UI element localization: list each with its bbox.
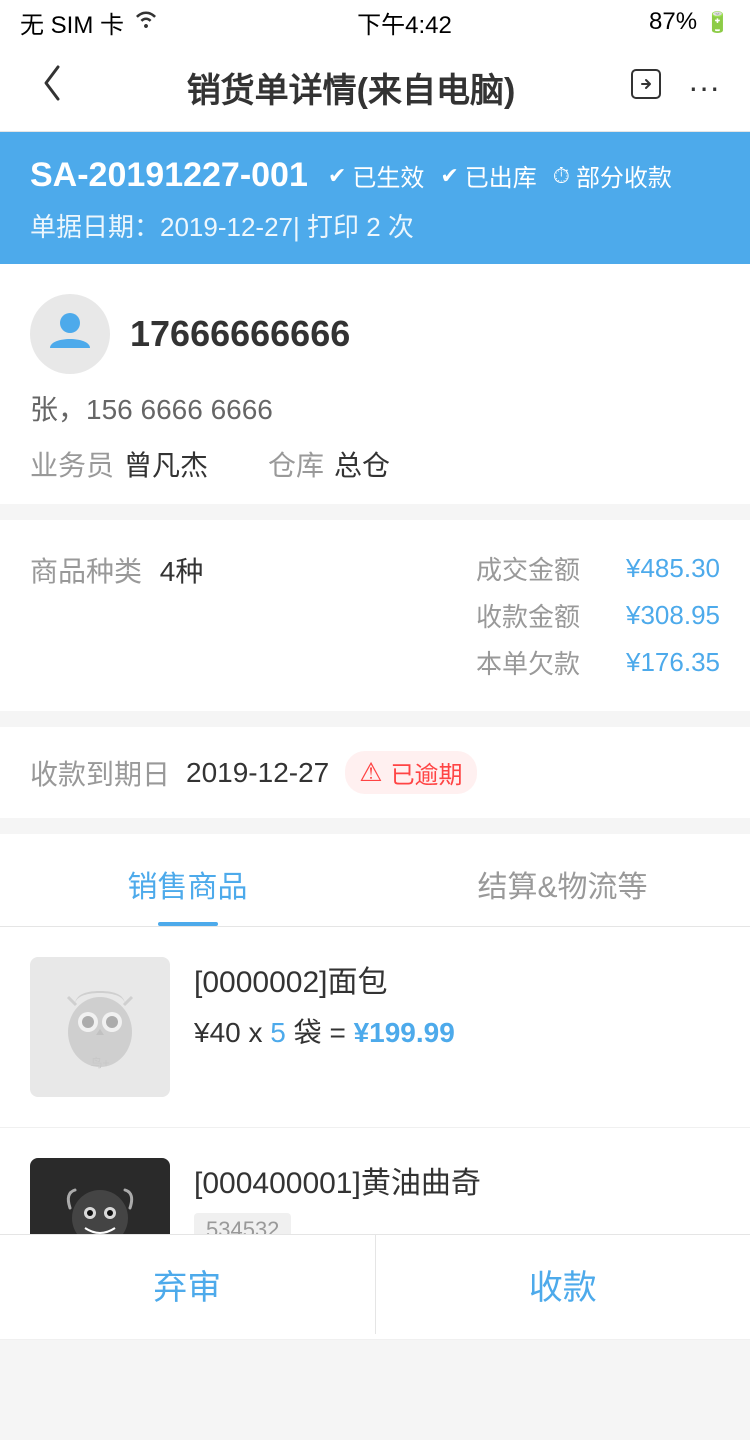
product-name-2: [000400001]黄油曲奇 (194, 1158, 720, 1202)
tab-products[interactable]: 销售商品 (0, 834, 375, 926)
owed-amount-value: ¥176.35 (600, 647, 720, 678)
product-price-1: ¥40 x 5 袋 = ¥199.99 (194, 1011, 720, 1051)
confirm-button[interactable]: 收款 (376, 1235, 750, 1334)
customer-section: 17666666666 张，156 6666 6666 业务员 曾凡杰 仓库 总… (0, 264, 750, 504)
list-item: 鸟+ [0000002]面包 ¥40 x 5 袋 = ¥199.99 (0, 927, 750, 1128)
salesperson-label: 业务员 (30, 444, 114, 484)
product-name-1: [0000002]面包 (194, 957, 720, 1001)
bottom-actions: 弃审 收款 (0, 1234, 750, 1334)
customer-contact: 张，156 6666 6666 (30, 388, 720, 428)
due-date-value: 2019-12-27 (186, 757, 329, 789)
overdue-text: 已逾期 (391, 755, 463, 790)
warehouse-item: 仓库 总仓 (268, 444, 390, 484)
svg-text:鸟+: 鸟+ (90, 1055, 109, 1070)
salesperson-item: 业务员 曾凡杰 (30, 444, 208, 484)
deal-amount-label: 成交金额 (476, 550, 580, 587)
received-amount-label: 收款金额 (476, 597, 580, 634)
more-icon[interactable]: ··· (688, 69, 720, 106)
wifi-icon (132, 8, 160, 36)
carrier-text: 无 SIM 卡 (20, 5, 124, 40)
product-types-value: 4种 (160, 556, 204, 587)
product-info-1: [0000002]面包 ¥40 x 5 袋 = ¥199.99 (194, 957, 720, 1051)
deal-amount-value: ¥485.30 (600, 553, 720, 584)
avatar-icon (45, 303, 95, 365)
deal-amount-row: 成交金额 ¥485.30 (476, 550, 720, 587)
status-left: 无 SIM 卡 (20, 5, 160, 40)
battery-text: 87% (649, 8, 697, 36)
tab-settlement[interactable]: 结算&物流等 (375, 834, 750, 926)
back-button[interactable] (30, 53, 74, 122)
clock-icon: ⏱ (553, 163, 570, 189)
product-thumbnail-1: 鸟+ (30, 957, 170, 1097)
order-date-row: 单据日期：2019-12-27| 打印 2 次 (30, 207, 720, 244)
amounts-right: 成交金额 ¥485.30 收款金额 ¥308.95 本单欠款 ¥176.35 (476, 550, 720, 681)
received-amount-row: 收款金额 ¥308.95 (476, 597, 720, 634)
status-tag-1: ✔ 已生效 (328, 158, 424, 193)
status-right: 87% 🔋 (649, 8, 730, 36)
overdue-badge: ⚠ 已逾期 (345, 751, 476, 794)
customer-account-id: 17666666666 (130, 313, 350, 355)
tabs-row: 销售商品 结算&物流等 (0, 834, 750, 927)
product-qty-1: 5 (270, 1017, 286, 1048)
due-date-section: 收款到期日 2019-12-27 ⚠ 已逾期 (0, 727, 750, 818)
time-display: 下午4:42 (357, 5, 452, 40)
tabs-section: 销售商品 结算&物流等 (0, 834, 750, 927)
warehouse-label: 仓库 (268, 444, 324, 484)
owed-amount-label: 本单欠款 (476, 644, 580, 681)
check-icon-1: ✔ (328, 163, 346, 189)
status-tag-3: ⏱ 部分收款 (553, 158, 672, 193)
share-icon[interactable] (628, 66, 664, 110)
avatar (30, 294, 110, 374)
order-id: SA-20191227-001 (30, 156, 308, 195)
due-date-label: 收款到期日 (30, 753, 170, 793)
status-bar: 无 SIM 卡 下午4:42 87% 🔋 (0, 0, 750, 44)
amounts-section: 商品种类 4种 成交金额 ¥485.30 收款金额 ¥308.95 本单欠款 ¥… (0, 520, 750, 711)
salesperson-value: 曾凡杰 (124, 444, 208, 484)
nav-bar: 销货单详情(来自电脑) ··· (0, 44, 750, 132)
page-title: 销货单详情(来自电脑) (74, 63, 628, 112)
product-total-1: ¥199.99 (354, 1017, 455, 1048)
overdue-icon: ⚠ (359, 757, 382, 788)
product-types-block: 商品种类 4种 (30, 550, 203, 590)
check-icon-2: ✔ (440, 163, 458, 189)
tab-underline (158, 922, 218, 926)
cancel-button[interactable]: 弃审 (0, 1235, 376, 1334)
received-amount-value: ¥308.95 (600, 600, 720, 631)
product-types-label: 商品种类 (30, 556, 142, 587)
order-header: SA-20191227-001 ✔ 已生效 ✔ 已出库 ⏱ 部分收款 单据日期：… (0, 132, 750, 264)
status-tag-2: ✔ 已出库 (440, 158, 536, 193)
customer-meta: 业务员 曾凡杰 仓库 总仓 (30, 444, 720, 484)
nav-right-actions: ··· (628, 66, 720, 110)
warehouse-value: 总仓 (334, 444, 390, 484)
owed-amount-row: 本单欠款 ¥176.35 (476, 644, 720, 681)
battery-icon: 🔋 (705, 10, 730, 35)
